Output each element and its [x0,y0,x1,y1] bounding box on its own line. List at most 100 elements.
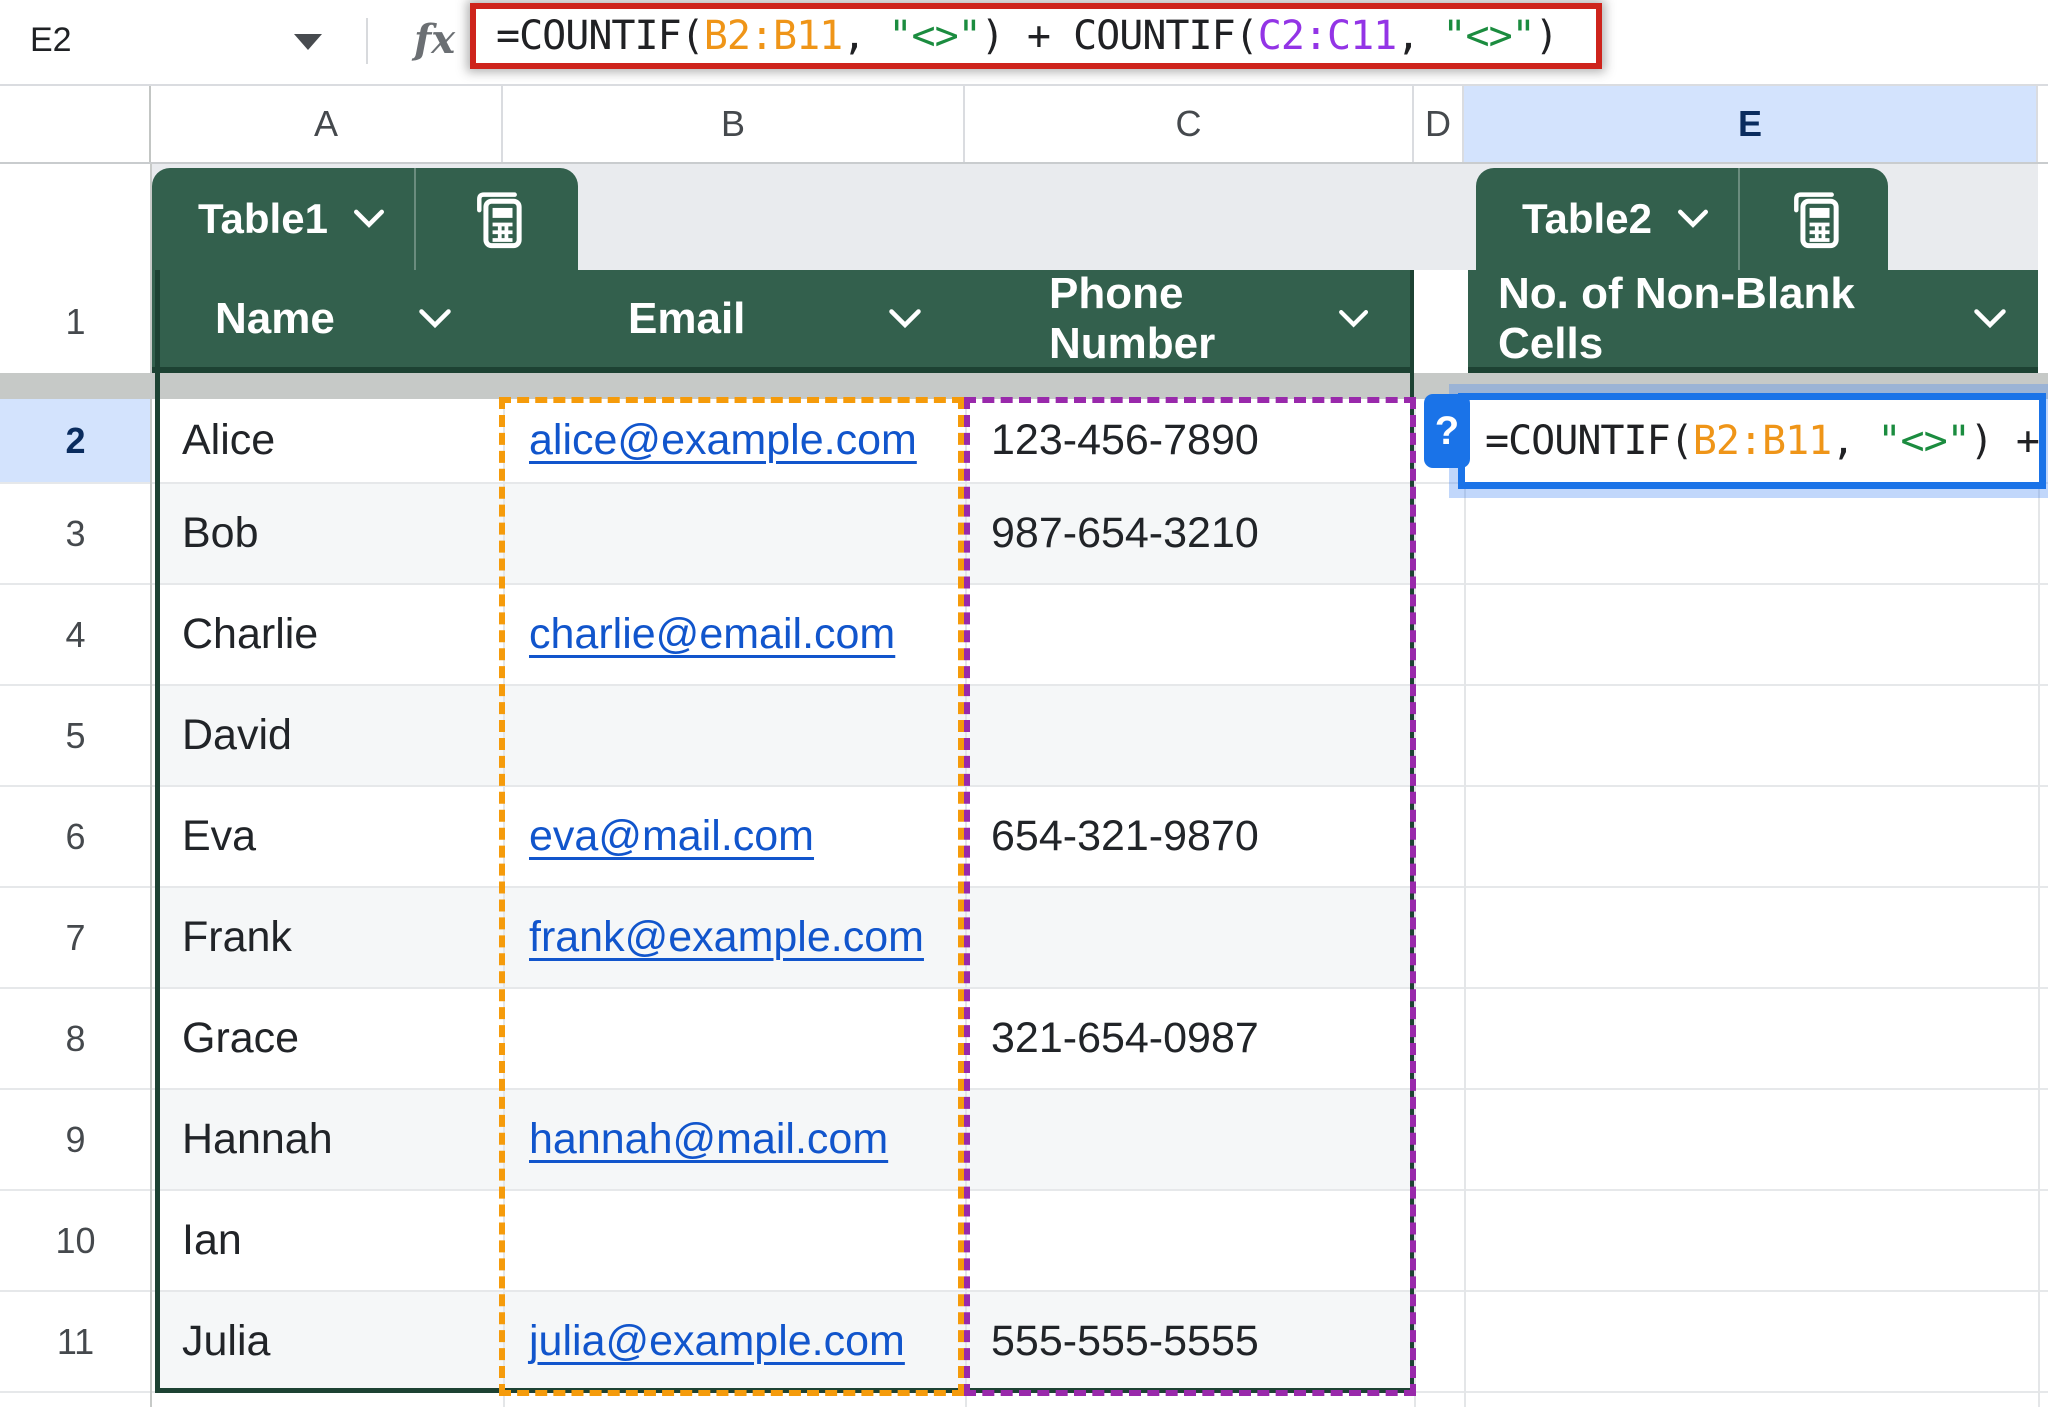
email-link[interactable]: julia@example.com [529,1317,905,1366]
email-link[interactable]: hannah@mail.com [529,1115,888,1164]
gridline [1464,399,1466,1407]
cell-phone[interactable]: 987-654-3210 [991,484,1411,583]
table2-header-row: No. of Non-Blank Cells [1468,270,2038,373]
cell-name[interactable]: Grace [182,989,502,1088]
table-row: 3 Bob 987-654-3210 [0,484,2048,585]
cell-name[interactable]: Julia [182,1292,502,1391]
email-link[interactable]: eva@mail.com [529,812,814,861]
header-label: Email [628,294,745,344]
cell-email[interactable] [529,686,963,785]
formula-text: =COUNTIF(B2:B11, "<>") + COUNTIF(C2:C11,… [496,13,1558,59]
column-header-c[interactable]: C [965,86,1414,162]
column-header-strip: A B C D E [0,84,2048,164]
cell-email[interactable] [529,1191,963,1290]
cell-formula-text: =COUNTIF(B2:B11, "<>") + [1485,418,2039,464]
table-row: 4 Charlie charlie@email.com [0,585,2048,686]
formula-bar: E2 fx =COUNTIF(B2:B11, "<>") + COUNTIF(C… [0,0,2048,82]
table1-bottom-border [155,1388,1414,1393]
cell-email[interactable]: charlie@email.com [529,585,963,684]
email-link[interactable]: alice@example.com [529,416,917,465]
cell-name[interactable]: Alice [182,399,502,482]
cell-email[interactable] [529,484,963,583]
table1-right-border [1410,270,1414,1393]
table1-header-row: Name Email Phone Number [151,270,1414,373]
row-header-7[interactable]: 7 [0,888,151,987]
table2-chip[interactable]: Table2 [1476,168,1888,270]
email-link[interactable]: charlie@email.com [529,610,895,659]
cell-name[interactable]: Frank [182,888,502,987]
cell-email[interactable] [529,989,963,1088]
row-header-8[interactable]: 8 [0,989,151,1088]
table-row: 9 Hannah hannah@mail.com [0,1090,2048,1191]
chevron-down-icon[interactable] [352,208,386,230]
cell-phone[interactable] [991,686,1411,785]
row-header-2-selected[interactable]: 2 [0,399,151,482]
table1-header-name[interactable]: Name [151,270,503,367]
table-icon[interactable] [1740,188,1888,250]
cell-name[interactable]: Hannah [182,1090,502,1189]
cell-phone[interactable] [991,1191,1411,1290]
chevron-down-icon[interactable] [417,308,453,330]
cell-email[interactable]: hannah@mail.com [529,1090,963,1189]
formula-input[interactable]: =COUNTIF(B2:B11, "<>") + COUNTIF(C2:C11,… [470,3,1602,69]
row-header-9[interactable]: 9 [0,1090,151,1189]
table1-chip-label[interactable]: Table1 [152,195,328,243]
column-header-a[interactable]: A [151,86,503,162]
cell-phone[interactable]: 321-654-0987 [991,989,1411,1088]
table1-left-border [155,270,160,1393]
column-header-b[interactable]: B [503,86,965,162]
chevron-down-icon[interactable] [1972,308,2008,330]
column-header-e-selected[interactable]: E [1464,86,2038,162]
table-icon[interactable] [416,188,578,250]
table-row: 7 Frank frank@example.com [0,888,2048,989]
cell-phone[interactable] [991,585,1411,684]
cell-email[interactable]: julia@example.com [529,1292,963,1391]
cell-email[interactable]: eva@mail.com [529,787,963,886]
table1-chip[interactable]: Table1 [152,168,578,270]
row-header-5[interactable]: 5 [0,686,151,785]
header-label: No. of Non-Blank Cells [1498,269,1972,369]
row-header-6[interactable]: 6 [0,787,151,886]
table1-header-phone[interactable]: Phone Number [965,270,1414,367]
cell-name[interactable]: David [182,686,502,785]
row-header-1[interactable]: 1 [0,270,151,373]
name-box[interactable]: E2 [30,0,72,80]
formula-help-badge[interactable]: ? [1424,394,1470,468]
cell-phone[interactable]: 555-555-5555 [991,1292,1411,1391]
table-row: 5 David [0,686,2048,787]
row-header-10[interactable]: 10 [0,1191,151,1290]
triangle-down-icon[interactable] [294,34,322,50]
active-cell-editor-e2[interactable]: =COUNTIF(B2:B11, "<>") + [1458,393,2046,489]
row-header-4[interactable]: 4 [0,585,151,684]
table2-header-nonblank[interactable]: No. of Non-Blank Cells [1468,270,2038,367]
cell-phone[interactable] [991,1090,1411,1189]
cell-name[interactable]: Charlie [182,585,502,684]
row-header-divider [150,164,152,1407]
cell-name[interactable]: Bob [182,484,502,583]
table1-header-email[interactable]: Email [503,270,965,367]
table2-chip-label[interactable]: Table2 [1476,195,1652,243]
email-link[interactable]: frank@example.com [529,913,924,962]
cell-phone[interactable]: 123-456-7890 [991,399,1411,482]
header-label: Name [215,294,335,344]
row-header-3[interactable]: 3 [0,484,151,583]
chevron-down-icon[interactable] [1676,208,1710,230]
column-header-d[interactable]: D [1414,86,1464,162]
chevron-down-icon[interactable] [887,308,923,330]
table-row: 8 Grace 321-654-0987 [0,989,2048,1090]
cell-email[interactable]: frank@example.com [529,888,963,987]
fx-icon: fx [414,0,455,80]
table-row: 11 Julia julia@example.com 555-555-5555 [0,1292,2048,1393]
cell-email[interactable]: alice@example.com [529,399,963,482]
table-row: 6 Eva eva@mail.com 654-321-9870 [0,787,2048,888]
gridline [965,399,967,1407]
cell-name[interactable]: Ian [182,1191,502,1290]
select-all-corner[interactable] [0,86,151,162]
cell-phone[interactable]: 654-321-9870 [991,787,1411,886]
chevron-down-icon[interactable] [1337,308,1370,330]
row-header-11[interactable]: 11 [0,1292,151,1391]
cell-phone[interactable] [991,888,1411,987]
table-row: 10 Ian [0,1191,2048,1292]
gridline [2038,399,2040,1407]
cell-name[interactable]: Eva [182,787,502,886]
